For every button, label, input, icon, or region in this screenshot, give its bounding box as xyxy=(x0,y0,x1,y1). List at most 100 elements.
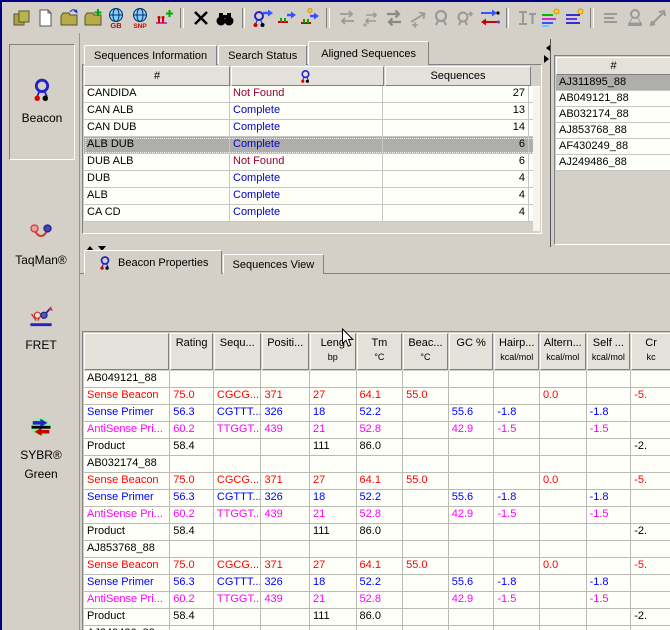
cell xyxy=(214,439,262,455)
list-item[interactable]: AB049121_88 xyxy=(556,91,670,107)
column-header-rating[interactable]: Rating xyxy=(170,333,213,370)
group-header-row[interactable]: AB049121_88 xyxy=(84,371,670,388)
tab-aligned-sequences[interactable]: Aligned Sequences xyxy=(308,41,430,65)
delete-icon[interactable] xyxy=(189,6,213,30)
sidebar-item-sybr-green[interactable]: SYBR® Green xyxy=(9,414,73,481)
search-beacons-icon[interactable] xyxy=(250,6,274,30)
sidebar-item-fret[interactable]: FRET xyxy=(9,304,73,352)
sense-antisense-icon[interactable] xyxy=(477,6,501,30)
column-header-sequ[interactable]: Sequ... xyxy=(213,333,261,370)
group-header-row[interactable]: AJ853768_88 xyxy=(84,541,670,558)
move-add-icon[interactable] xyxy=(406,6,430,30)
column-header-number[interactable]: # xyxy=(84,66,230,86)
column-header-hairp[interactable]: Hairp... kcal/mol xyxy=(494,333,539,370)
alignment-colored-icon[interactable] xyxy=(538,6,562,30)
column-header-self[interactable]: Self ... kcal/mol xyxy=(586,333,631,370)
sidebar-item-label: TaqMan® xyxy=(15,253,67,267)
sidebar-item-beacon[interactable]: Beacon xyxy=(9,44,75,160)
table-row[interactable]: Sense Beacon 75.0 CGCG... 371 27 64.1 55.0 0.0 -… xyxy=(84,473,670,490)
column-header-altern[interactable]: Altern... kcal/mol xyxy=(540,333,586,370)
table-row[interactable]: Sense Beacon 75.0 CGCG... 371 27 64.1 55.0 0.0 -… xyxy=(84,558,670,575)
cell: -1.8 xyxy=(494,490,540,506)
table-row[interactable]: CAN ALB Complete 13 xyxy=(84,103,540,120)
compare-icon[interactable] xyxy=(646,6,670,30)
column-header-beacon-status[interactable] xyxy=(231,66,384,86)
sidebar-item-label: SYBR® Green xyxy=(20,448,62,481)
table-row[interactable]: Sense Beacon 75.0 CGCG... 371 27 64.1 55.0 0.0 -… xyxy=(84,388,670,405)
transfer-add-icon[interactable] xyxy=(359,6,383,30)
sidebar-item-taqman[interactable]: TaqMan® xyxy=(9,219,73,267)
beacon-export-icon[interactable] xyxy=(453,6,477,30)
add-primer-icon[interactable] xyxy=(152,6,176,30)
column-header-leng[interactable]: Leng bp xyxy=(310,333,356,370)
snp-search-icon[interactable]: SNP xyxy=(128,6,152,30)
column-header-positi[interactable]: Positi... xyxy=(261,333,310,370)
tab-beacon-properties[interactable]: Beacon Properties xyxy=(84,250,222,274)
new-file-icon[interactable] xyxy=(34,6,58,30)
tab-sequences-information[interactable]: Sequences Information xyxy=(84,45,218,65)
cell: 64.1 xyxy=(357,473,404,489)
table-row[interactable]: DUB Complete 4 xyxy=(84,171,540,188)
move-icon[interactable] xyxy=(382,6,406,30)
beacon-loop-icon[interactable] xyxy=(430,6,454,30)
tab-sequences-view[interactable]: Sequences View xyxy=(222,254,325,274)
tab-search-status[interactable]: Search Status xyxy=(218,45,308,65)
cell xyxy=(494,388,540,404)
cell: 27 xyxy=(310,558,357,574)
column-header-tm[interactable]: Tm °C xyxy=(356,333,403,370)
top-table-scroll-track[interactable] xyxy=(533,87,540,231)
table-row[interactable]: CAN DUB Complete 14 xyxy=(84,120,540,137)
table-row[interactable]: AntiSense Pri... 60.2 TTGGT... 439 21 52.8 42.… xyxy=(84,507,670,524)
column-header-name[interactable] xyxy=(84,333,170,370)
toolbar-separator xyxy=(180,7,185,28)
cell: -5. xyxy=(631,473,670,489)
import-sequence-icon[interactable] xyxy=(81,6,105,30)
table-row[interactable]: CA CD Complete 4 xyxy=(84,205,540,222)
cell: Sense Primer xyxy=(84,405,171,421)
table-row[interactable]: Sense Primer 56.3 CGTTT... 326 18 52.2 55.6 -1.… xyxy=(84,490,670,507)
transfer-icon[interactable] xyxy=(335,6,359,30)
copy-sequences-icon[interactable] xyxy=(10,6,34,30)
cell: 18 xyxy=(310,575,357,591)
cell: -1.8 xyxy=(587,575,632,591)
table-row[interactable]: DUB ALB Not Found 6 xyxy=(84,154,540,171)
column-header-cr[interactable]: Cr kc xyxy=(631,333,670,370)
open-file-icon[interactable] xyxy=(57,6,81,30)
find-icon[interactable] xyxy=(213,6,237,30)
tm-match-icon[interactable] xyxy=(514,6,538,30)
cell-sequences-count: 4 xyxy=(383,188,529,204)
cell xyxy=(403,371,449,387)
column-header-gc-%[interactable]: GC % xyxy=(448,333,494,370)
table-row[interactable]: CANDIDA Not Found 27 xyxy=(84,86,540,103)
table-row[interactable]: Sense Primer 56.3 CGTTT... 326 18 52.2 55.6 -1.… xyxy=(84,405,670,422)
column-header-label: GC % xyxy=(456,337,486,349)
list-item[interactable]: AB032174_88 xyxy=(556,107,670,123)
cell xyxy=(214,524,262,540)
genbank-search-icon[interactable]: GB xyxy=(105,6,129,30)
column-header-beac[interactable]: Beac... °C xyxy=(403,333,448,370)
cell-sequences-count: 27 xyxy=(383,86,529,102)
list-item[interactable]: AJ311895_88 xyxy=(556,75,670,91)
group-header-row[interactable]: AJ249486_88 xyxy=(84,626,670,630)
list-item[interactable]: AJ853768_88 xyxy=(556,123,670,139)
table-row[interactable]: Sense Primer 56.3 CGTTT... 326 18 52.2 55.6 -1.… xyxy=(84,575,670,592)
beacon-stamp-icon[interactable] xyxy=(623,6,647,30)
alignment-blue-icon[interactable] xyxy=(562,6,586,30)
table-row[interactable]: AntiSense Pri... 60.2 TTGGT... 439 21 52.8 42.… xyxy=(84,422,670,439)
table-row[interactable]: Product 58.4 111 86.0 -2. xyxy=(84,439,670,456)
table-row[interactable]: ALB Complete 4 xyxy=(84,188,540,205)
column-header-accession[interactable]: # xyxy=(556,57,670,75)
align-sequences-icon[interactable] xyxy=(599,6,623,30)
search-primer-pairs-icon[interactable] xyxy=(298,6,322,30)
list-item[interactable]: AJ249486_88 xyxy=(556,155,670,171)
column-header-sequences[interactable]: Sequences xyxy=(385,66,531,86)
table-row[interactable]: AntiSense Pri... 60.2 TTGGT... 439 21 52.8 42.… xyxy=(84,592,670,609)
table-row[interactable]: Product 58.4 111 86.0 -2. xyxy=(84,609,670,626)
cell xyxy=(540,524,587,540)
cell xyxy=(631,541,670,557)
table-row[interactable]: Product 58.4 111 86.0 -2. xyxy=(84,524,670,541)
table-row[interactable]: ALB DUB Complete 6 xyxy=(84,137,540,154)
group-header-row[interactable]: AB032174_88 xyxy=(84,456,670,473)
search-primers-icon[interactable] xyxy=(274,6,298,30)
list-item[interactable]: AF430249_88 xyxy=(556,139,670,155)
